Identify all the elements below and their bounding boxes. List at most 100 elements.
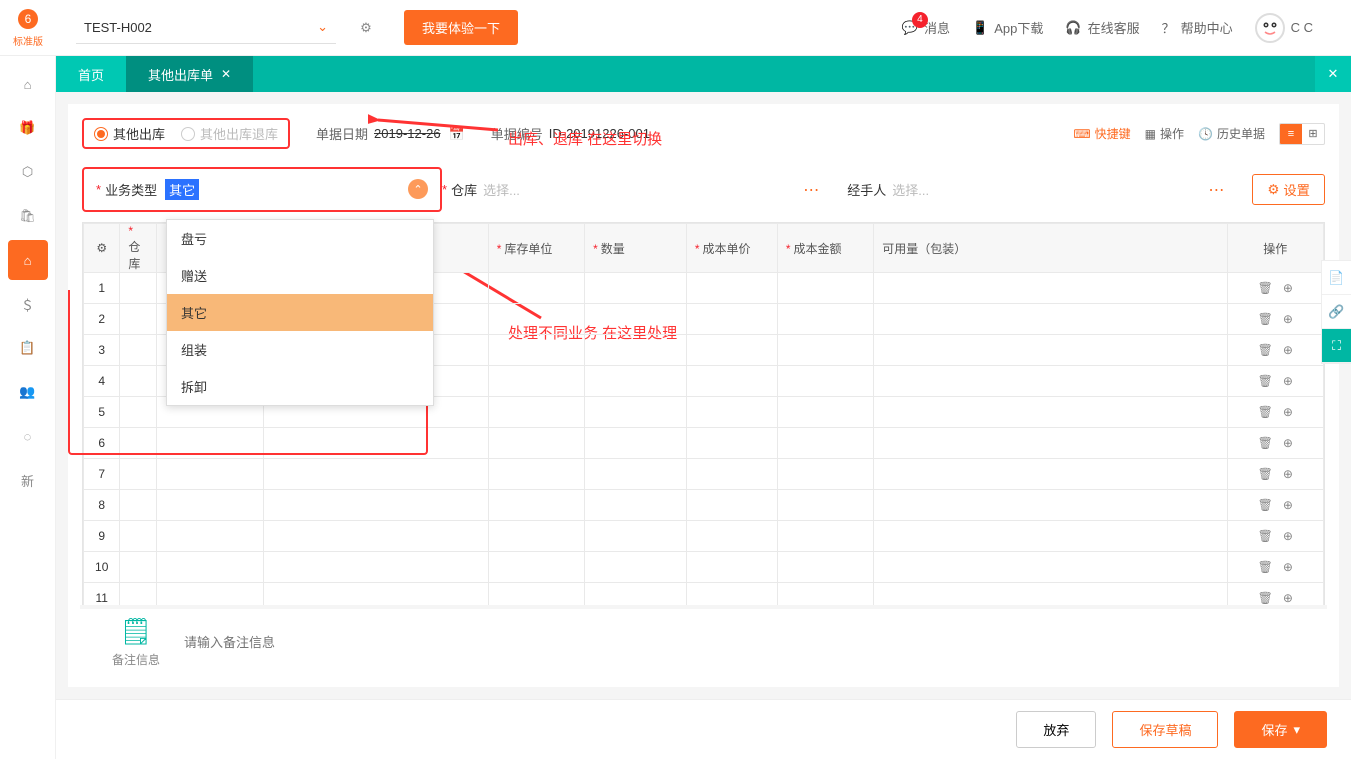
cell-qty[interactable]: [585, 335, 687, 366]
cell-cost-amount[interactable]: [777, 428, 873, 459]
cell-cost-amount[interactable]: [777, 521, 873, 552]
cell-unit-cost[interactable]: [686, 552, 777, 583]
add-row-button[interactable]: ⊕: [1283, 312, 1293, 326]
add-row-button[interactable]: ⊕: [1283, 560, 1293, 574]
cell-code[interactable]: [263, 428, 488, 459]
cell-unit-cost[interactable]: [686, 428, 777, 459]
cell-cost-amount[interactable]: [777, 397, 873, 428]
cell-cost-amount[interactable]: [777, 490, 873, 521]
radio-outbound[interactable]: 其他出库: [94, 124, 165, 143]
cell-warehouse[interactable]: [120, 428, 156, 459]
cell-warehouse[interactable]: [120, 459, 156, 490]
tab-home[interactable]: 首页: [56, 56, 126, 92]
app-logo[interactable]: 6 标准版: [0, 7, 56, 48]
delete-row-button[interactable]: 🗑: [1258, 529, 1273, 543]
cell-qty[interactable]: [585, 304, 687, 335]
operate-link[interactable]: ▦操作: [1145, 125, 1184, 142]
cell-cost-amount[interactable]: [777, 366, 873, 397]
col-settings[interactable]: ⚙: [84, 224, 120, 273]
chevron-up-icon[interactable]: ⌃: [408, 179, 428, 199]
close-icon[interactable]: ✕: [221, 67, 231, 81]
history-link[interactable]: 🕓历史单据: [1198, 125, 1265, 142]
cell-available[interactable]: [874, 490, 1227, 521]
delete-row-button[interactable]: 🗑: [1258, 312, 1273, 326]
cell-code[interactable]: [263, 459, 488, 490]
cell-qty[interactable]: [585, 428, 687, 459]
cell-available[interactable]: [874, 304, 1227, 335]
save-button[interactable]: 保存 ▾: [1234, 711, 1327, 748]
nav-clipboard[interactable]: 📋: [8, 328, 48, 368]
cell-blank[interactable]: [156, 428, 263, 459]
warehouse-field[interactable]: * 仓库 选择...: [442, 180, 520, 199]
cell-qty[interactable]: [585, 459, 687, 490]
cell-warehouse[interactable]: [120, 366, 156, 397]
help-center-link[interactable]: ？ 帮助中心: [1162, 18, 1233, 37]
cell-available[interactable]: [874, 459, 1227, 490]
tabs-close-all[interactable]: ✕: [1315, 56, 1351, 92]
cell-blank[interactable]: [156, 521, 263, 552]
cell-unit[interactable]: [488, 366, 584, 397]
cell-warehouse[interactable]: [120, 490, 156, 521]
nav-gift[interactable]: 🎁: [8, 108, 48, 148]
cell-qty[interactable]: [585, 366, 687, 397]
cell-unit[interactable]: [488, 335, 584, 366]
nav-house[interactable]: ⬡: [8, 152, 48, 192]
org-selector[interactable]: TEST-H002 ⌄: [76, 12, 336, 44]
cell-unit-cost[interactable]: [686, 490, 777, 521]
add-row-button[interactable]: ⊕: [1283, 467, 1293, 481]
online-service-link[interactable]: 🎧 在线客服: [1065, 18, 1139, 37]
save-draft-button[interactable]: 保存草稿: [1112, 711, 1218, 748]
nav-home[interactable]: ⌂: [8, 64, 48, 104]
app-download-link[interactable]: 📱 App下载: [972, 18, 1043, 37]
cell-code[interactable]: [263, 521, 488, 552]
add-row-button[interactable]: ⊕: [1283, 281, 1293, 295]
cell-unit-cost[interactable]: [686, 304, 777, 335]
tab-other-outbound[interactable]: 其他出库单 ✕: [126, 56, 253, 92]
cell-cost-amount[interactable]: [777, 459, 873, 490]
table-row[interactable]: 7🗑⊕: [84, 459, 1324, 490]
remark-input[interactable]: [176, 627, 1311, 658]
handler-more-button[interactable]: ⋯: [1200, 180, 1234, 200]
cell-cost-amount[interactable]: [777, 335, 873, 366]
business-type-field[interactable]: * 业务类型 其它 ⌃ 盘亏赠送其它组装拆卸: [82, 167, 442, 212]
delete-row-button[interactable]: 🗑: [1258, 436, 1273, 450]
cell-unit-cost[interactable]: [686, 397, 777, 428]
cell-unit[interactable]: [488, 304, 584, 335]
cell-qty[interactable]: [585, 521, 687, 552]
delete-row-button[interactable]: 🗑: [1258, 281, 1273, 295]
dropdown-option[interactable]: 赠送: [167, 257, 433, 294]
shortcut-link[interactable]: ⌨快捷键: [1073, 125, 1130, 142]
nav-money[interactable]: ＄: [8, 284, 48, 324]
cell-warehouse[interactable]: [120, 552, 156, 583]
cell-unit-cost[interactable]: [686, 273, 777, 304]
cell-unit-cost[interactable]: [686, 366, 777, 397]
cell-unit[interactable]: [488, 397, 584, 428]
radio-outbound-return[interactable]: 其他出库退库: [181, 124, 278, 143]
cell-unit[interactable]: [488, 490, 584, 521]
cell-cost-amount[interactable]: [777, 552, 873, 583]
doc-date-field[interactable]: 单据日期 2019-12-26 📅: [316, 124, 465, 143]
cell-unit[interactable]: [488, 459, 584, 490]
add-row-button[interactable]: ⊕: [1283, 374, 1293, 388]
calendar-icon[interactable]: 📅: [449, 126, 465, 142]
cell-available[interactable]: [874, 366, 1227, 397]
cell-unit-cost[interactable]: [686, 459, 777, 490]
add-row-button[interactable]: ⊕: [1283, 343, 1293, 357]
add-row-button[interactable]: ⊕: [1283, 591, 1293, 605]
cell-warehouse[interactable]: [120, 335, 156, 366]
rt-note-button[interactable]: 📄: [1322, 261, 1351, 295]
dropdown-option[interactable]: 组装: [167, 331, 433, 368]
delete-row-button[interactable]: 🗑: [1258, 560, 1273, 574]
cell-unit-cost[interactable]: [686, 521, 777, 552]
cell-unit[interactable]: [488, 552, 584, 583]
settings-button[interactable]: ⚙ 设置: [1252, 174, 1325, 205]
add-row-button[interactable]: ⊕: [1283, 529, 1293, 543]
messages-link[interactable]: 💬 4 消息: [902, 18, 950, 37]
cell-warehouse[interactable]: [120, 273, 156, 304]
delete-row-button[interactable]: 🗑: [1258, 405, 1273, 419]
cell-available[interactable]: [874, 273, 1227, 304]
cell-warehouse[interactable]: [120, 304, 156, 335]
cell-code[interactable]: [263, 552, 488, 583]
warehouse-more-button[interactable]: ⋯: [795, 180, 829, 200]
cell-unit[interactable]: [488, 428, 584, 459]
